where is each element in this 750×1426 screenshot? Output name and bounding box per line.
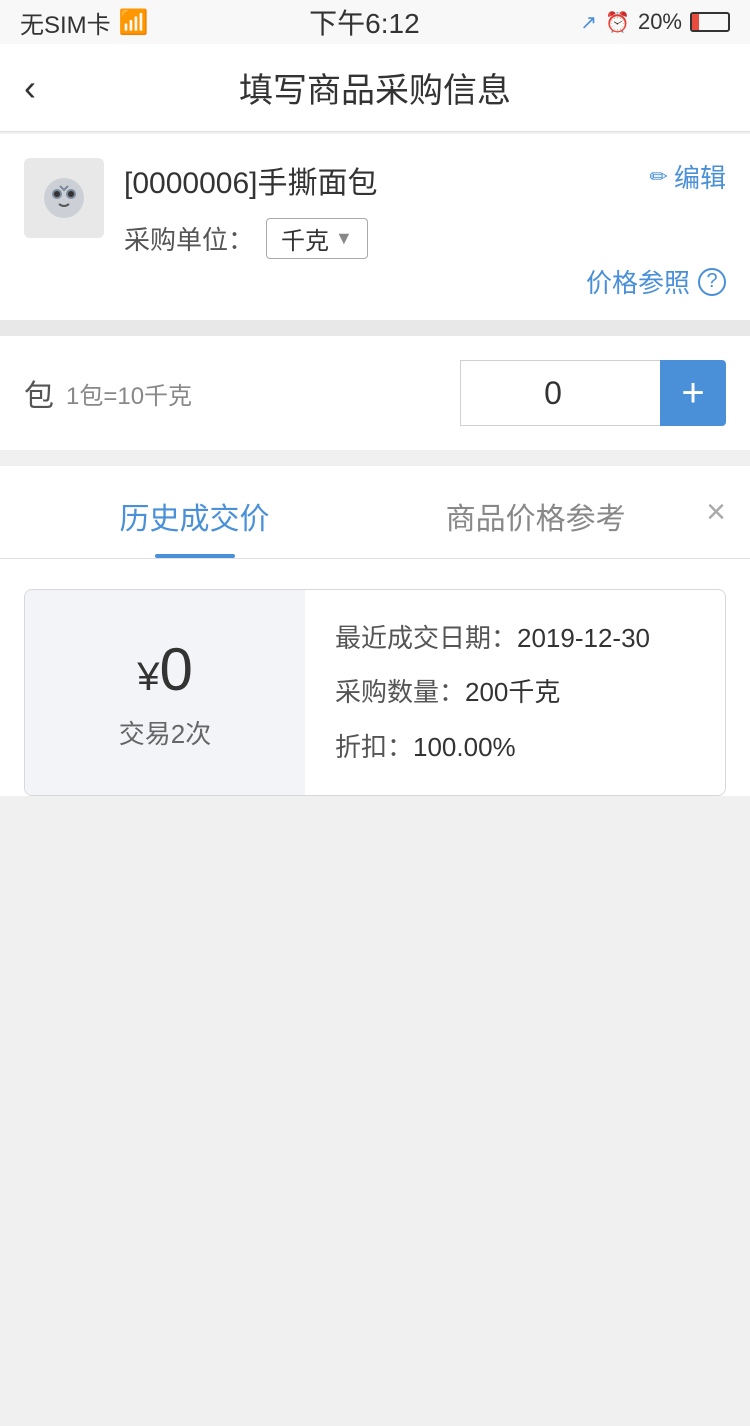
tab-section: 历史成交价 商品价格参考 × ¥0 交易2次 最近成交日期：2019-12-30… [0,466,750,796]
quantity-control: + [460,360,726,426]
edit-button[interactable]: ✏ 编辑 [650,158,726,195]
wifi-icon: 📶 [119,8,149,37]
tabs-header: 历史成交价 商品价格参考 × [0,466,750,559]
purchase-unit-row: 采购单位： 千克 ▼ [124,218,377,259]
product-info: [0000006]手撕面包 采购单位： 千克 ▼ [124,158,377,259]
purchase-qty-label: 采购数量： [335,677,465,707]
price-value: 0 [159,636,192,703]
status-bar: 无SIM卡 📶 下午6:12 ↗ ⏰ 20% [0,0,750,44]
quantity-input[interactable] [460,360,660,426]
recent-date-row: 最近成交日期：2019-12-30 [335,620,695,656]
recent-date-value: 2019-12-30 [517,623,650,653]
location-icon: ↗ [580,10,597,35]
edit-label: 编辑 [674,158,726,195]
product-name: [0000006]手撕面包 [124,158,377,202]
currency-symbol: ¥ [137,655,159,699]
price-card: ¥0 交易2次 最近成交日期：2019-12-30 采购数量：200千克 折扣：… [24,589,726,796]
page-title: 填写商品采购信息 [239,63,511,112]
product-left: [0000006]手撕面包 采购单位： 千克 ▼ [24,158,377,259]
unit-character: 包 [24,371,54,415]
discount-row: 折扣：100.00% [335,729,695,765]
product-header: [0000006]手撕面包 采购单位： 千克 ▼ ✏ 编辑 [24,158,726,259]
price-ref-label: 价格参照 [586,263,690,300]
battery-icon [690,12,730,32]
unit-label: 包 1包=10千克 [24,371,192,415]
tab-price-reference[interactable]: 商品价格参考 [365,466,706,558]
unit-value: 千克 [281,221,329,256]
discount-label: 折扣： [335,732,413,762]
product-thumbnail [24,158,104,238]
status-time: 下午6:12 [309,2,420,42]
carrier-label: 无SIM卡 [20,5,111,40]
purchase-qty-value: 200千克 [465,677,560,707]
status-right: ↗ ⏰ 20% [580,9,730,35]
unit-selector[interactable]: 千克 ▼ [266,218,368,259]
dropdown-arrow-icon: ▼ [335,228,353,249]
tab-history-price[interactable]: 历史成交价 [24,466,365,558]
price-ref-row: 价格参照 ? [24,263,726,300]
price-ref-button[interactable]: 价格参照 ? [586,263,726,300]
price-card-left: ¥0 交易2次 [25,590,305,795]
unit-conversion: 1包=10千克 [66,376,192,411]
content-area [0,826,750,1426]
back-button[interactable]: ‹ [24,67,36,109]
battery-percent: 20% [638,9,682,35]
discount-value: 100.00% [413,732,516,762]
purchase-unit-label: 采购单位： [124,220,254,257]
alarm-icon: ⏰ [605,10,630,35]
edit-icon: ✏ [650,164,668,190]
quantity-plus-button[interactable]: + [660,360,726,426]
purchase-qty-row: 采购数量：200千克 [335,674,695,710]
price-display: ¥0 [137,635,193,704]
product-image [34,168,94,228]
quantity-section: 包 1包=10千克 + [0,336,750,450]
recent-date-label: 最近成交日期： [335,623,517,653]
separator [0,320,750,336]
help-icon: ? [698,268,726,296]
transaction-count: 交易2次 [119,714,211,751]
price-card-right: 最近成交日期：2019-12-30 采购数量：200千克 折扣：100.00% [305,590,725,795]
tab-close-button[interactable]: × [706,473,726,552]
status-left: 无SIM卡 📶 [20,5,149,40]
nav-bar: ‹ 填写商品采购信息 [0,44,750,132]
product-section: [0000006]手撕面包 采购单位： 千克 ▼ ✏ 编辑 价格参照 ? [0,134,750,320]
